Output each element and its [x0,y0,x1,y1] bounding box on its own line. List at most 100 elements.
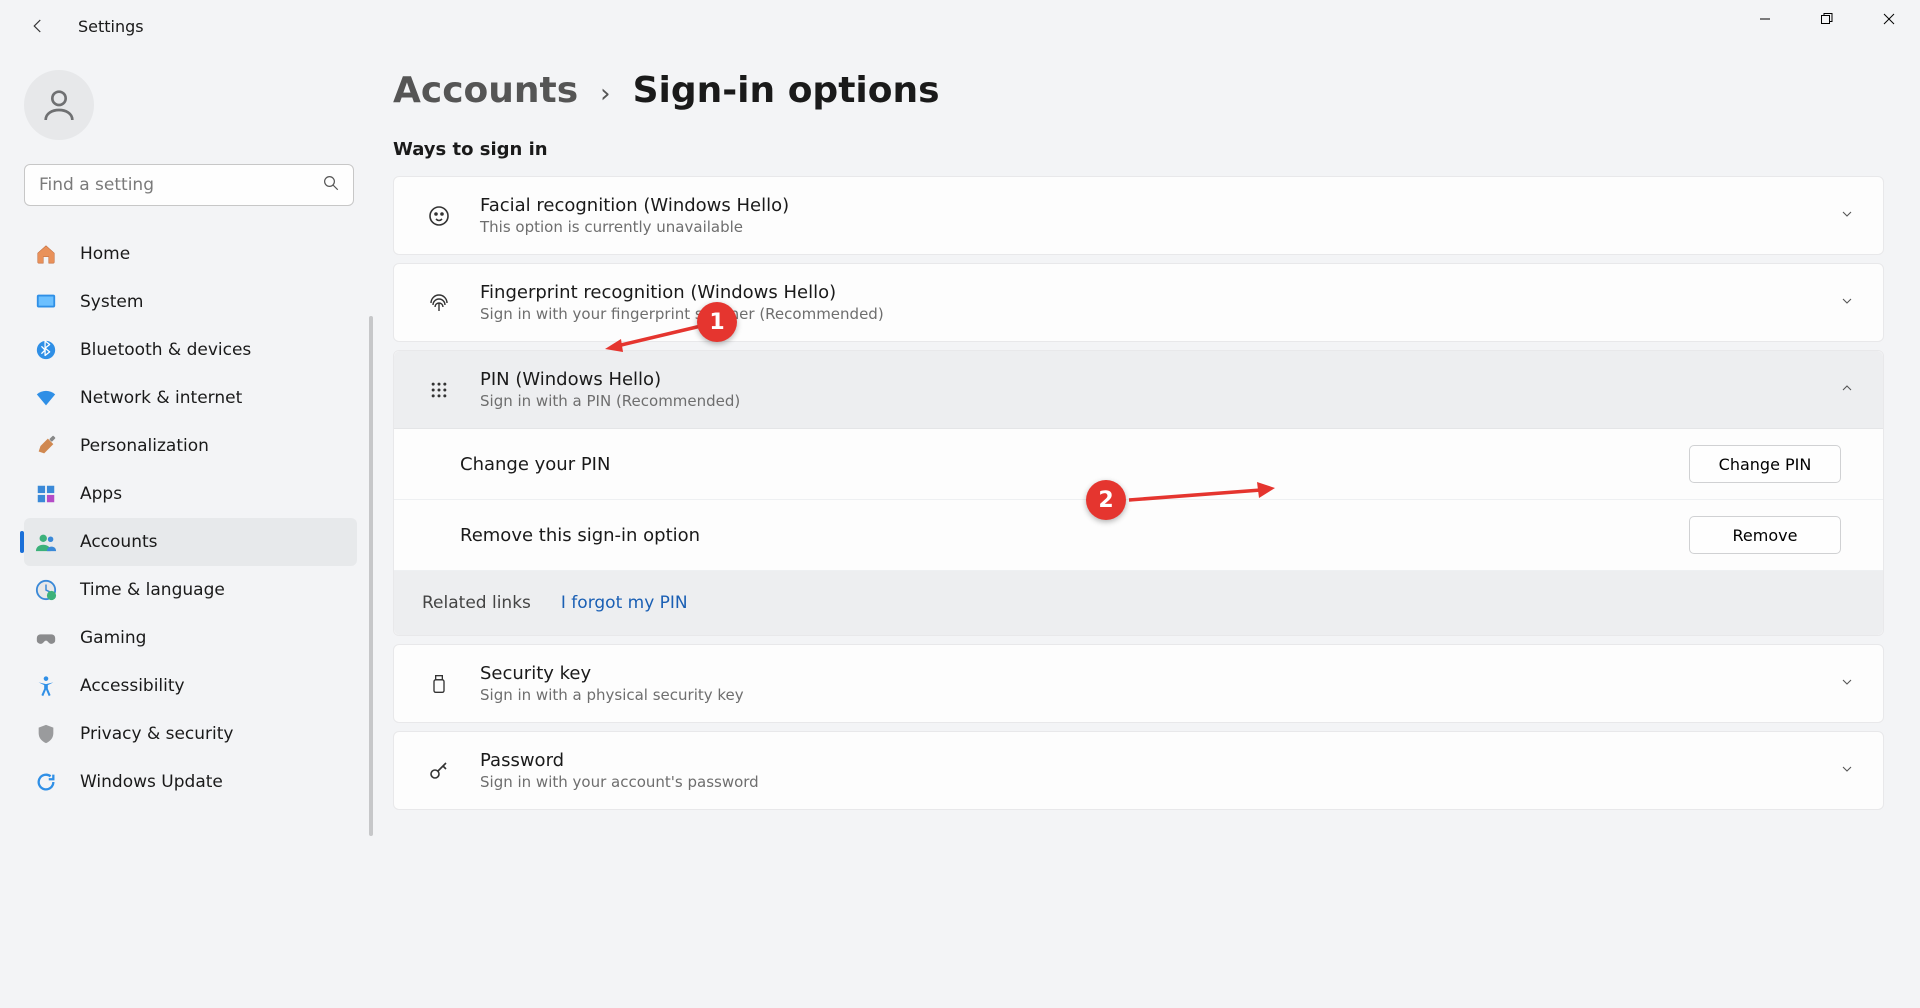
nav-home[interactable]: Home [24,230,357,278]
nav-system[interactable]: System [24,278,357,326]
window-controls [1734,0,1920,38]
nav-accounts[interactable]: Accounts [24,518,357,566]
back-button[interactable] [26,14,50,38]
brush-icon [34,434,58,458]
accessibility-icon [34,674,58,698]
search-input[interactable] [24,164,354,206]
annotation-number: 2 [1086,480,1126,520]
nav-bluetooth[interactable]: Bluetooth & devices [24,326,357,374]
nav-personalization[interactable]: Personalization [24,422,357,470]
apps-icon [34,482,58,506]
nav-privacy[interactable]: Privacy & security [24,710,357,758]
chevron-right-icon: › [600,79,610,109]
option-title: Fingerprint recognition (Windows Hello) [480,282,1839,303]
pin-keypad-icon [422,380,456,400]
gamepad-icon [34,626,58,650]
remove-pin-row: Remove this sign-in option Remove [394,500,1883,571]
sidebar: Home System Bluetooth & devices Network … [0,50,375,1008]
nav-label: Accessibility [80,676,185,696]
option-subtitle: Sign in with your account's password [480,773,1839,791]
shield-icon [34,722,58,746]
option-title: Facial recognition (Windows Hello) [480,195,1839,216]
maximize-icon [1820,12,1834,26]
clock-icon [34,578,58,602]
breadcrumb-parent[interactable]: Accounts [393,70,578,111]
update-icon [34,770,58,794]
annotation-bubble-1: 1 [697,302,737,342]
annotation-number: 1 [697,302,737,342]
maximize-button[interactable] [1796,0,1858,38]
nav-network[interactable]: Network & internet [24,374,357,422]
nav-label: Apps [80,484,122,504]
remove-pin-button[interactable]: Remove [1689,516,1841,554]
chevron-down-icon [1839,674,1855,694]
key-icon [422,759,456,783]
bluetooth-icon [34,338,58,362]
change-pin-button[interactable]: Change PIN [1689,445,1841,483]
nav-gaming[interactable]: Gaming [24,614,357,662]
annotation-arrow-2 [1127,482,1277,508]
nav-accessibility[interactable]: Accessibility [24,662,357,710]
nav-label: Windows Update [80,772,223,792]
nav-update[interactable]: Windows Update [24,758,357,806]
nav-label: Time & language [80,580,225,600]
option-password: Password Sign in with your account's pas… [393,731,1884,810]
option-title: PIN (Windows Hello) [480,369,1839,390]
usb-key-icon [422,672,456,696]
avatar[interactable] [24,70,94,140]
option-pin-row[interactable]: PIN (Windows Hello) Sign in with a PIN (… [394,351,1883,429]
nav-apps[interactable]: Apps [24,470,357,518]
option-subtitle: This option is currently unavailable [480,218,1839,236]
main-content: Accounts › Sign-in options Ways to sign … [375,50,1920,1008]
minimize-button[interactable] [1734,0,1796,38]
nav-label: Privacy & security [80,724,234,744]
nav-label: Gaming [80,628,146,648]
nav-label: System [80,292,143,312]
option-facial-row[interactable]: Facial recognition (Windows Hello) This … [394,177,1883,254]
nav-label: Accounts [80,532,158,552]
chevron-down-icon [1839,761,1855,781]
nav-label: Home [80,244,130,264]
wifi-icon [34,386,58,410]
nav-label: Network & internet [80,388,242,408]
accounts-icon [34,530,58,554]
window-title: Settings [78,17,144,36]
option-facial: Facial recognition (Windows Hello) This … [393,176,1884,255]
nav-label: Personalization [80,436,209,456]
nav-time[interactable]: Time & language [24,566,357,614]
chevron-down-icon [1839,293,1855,313]
change-pin-label: Change your PIN [460,454,1689,475]
arrow-left-icon [29,17,47,35]
sidebar-scrollbar[interactable] [369,316,373,836]
search-icon [322,174,340,196]
face-icon [422,204,456,228]
option-security-key-row[interactable]: Security key Sign in with a physical sec… [394,645,1883,722]
home-icon [34,242,58,266]
page-title: Sign-in options [633,70,940,111]
related-links-label: Related links [422,593,531,613]
annotation-bubble-2: 2 [1086,480,1126,520]
nav-label: Bluetooth & devices [80,340,251,360]
minimize-icon [1759,13,1771,25]
option-title: Password [480,750,1839,771]
nav-list: Home System Bluetooth & devices Network … [24,230,357,806]
chevron-up-icon [1839,380,1855,400]
chevron-down-icon [1839,206,1855,226]
fingerprint-icon [422,291,456,315]
breadcrumb: Accounts › Sign-in options [393,70,1884,111]
option-security-key: Security key Sign in with a physical sec… [393,644,1884,723]
option-subtitle: Sign in with a PIN (Recommended) [480,392,1839,410]
close-icon [1882,12,1896,26]
system-icon [34,290,58,314]
annotation-arrow-1 [603,322,703,352]
close-button[interactable] [1858,0,1920,38]
option-subtitle: Sign in with your fingerprint scanner (R… [480,305,1839,323]
option-password-row[interactable]: Password Sign in with your account's pas… [394,732,1883,809]
forgot-pin-link[interactable]: I forgot my PIN [561,593,688,613]
remove-pin-label: Remove this sign-in option [460,525,1689,546]
section-heading: Ways to sign in [393,139,1884,160]
person-icon [39,85,79,125]
option-title: Security key [480,663,1839,684]
related-links: Related links I forgot my PIN [394,571,1883,635]
option-subtitle: Sign in with a physical security key [480,686,1839,704]
